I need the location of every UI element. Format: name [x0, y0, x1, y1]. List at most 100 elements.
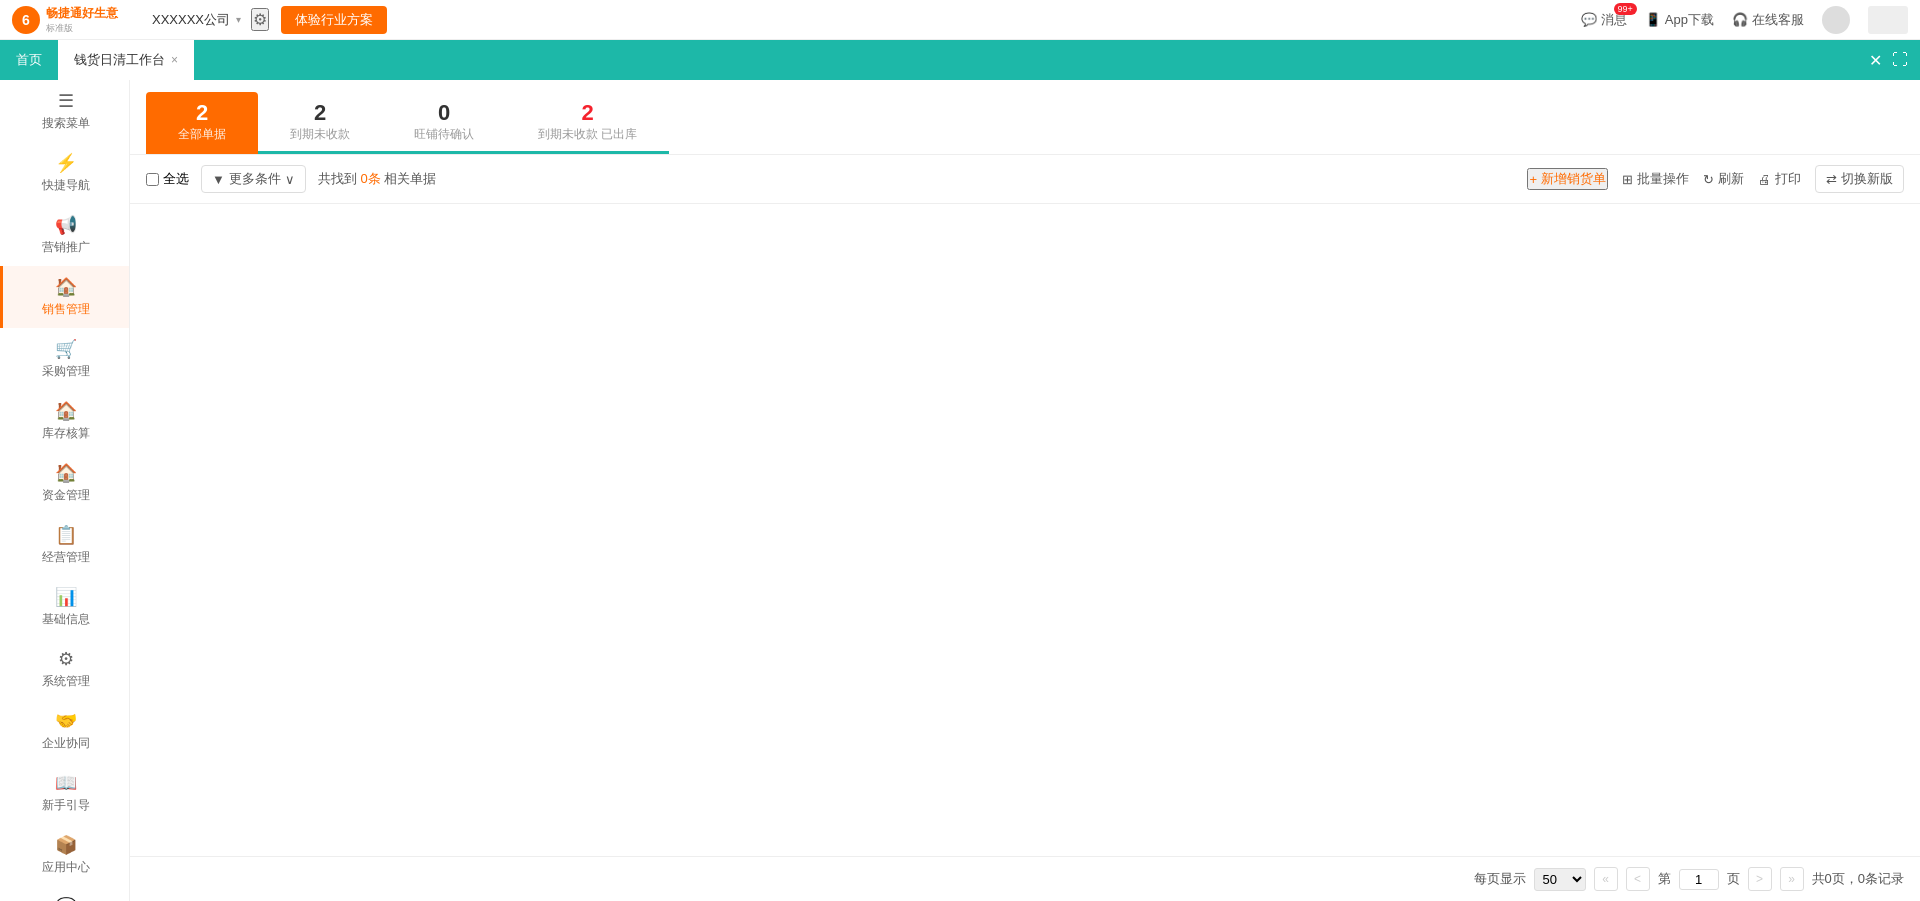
tab-cash-flow[interactable]: 钱货日清工作台 ×: [58, 40, 194, 80]
logo-area: 6 畅捷通好生意 标准版: [12, 5, 142, 35]
sidebar-item-sales[interactable]: 🏠 销售管理: [0, 266, 129, 328]
close-window-icon[interactable]: ✕: [1869, 51, 1882, 70]
wechat-icon: 💬: [55, 896, 77, 901]
batch-operation-button[interactable]: ⊞ 批量操作: [1622, 170, 1689, 188]
sidebar-label-system: 系统管理: [42, 673, 90, 690]
print-label: 打印: [1775, 170, 1801, 188]
print-button[interactable]: 🖨 打印: [1758, 170, 1801, 188]
tab-bar: 首页 钱货日清工作台 × ✕ ⛶: [0, 40, 1920, 80]
sidebar-item-basic-info[interactable]: 📊 基础信息: [0, 576, 129, 638]
inventory-icon: 🏠: [55, 400, 77, 422]
company-selector[interactable]: XXXXXX公司 ▾: [152, 11, 241, 29]
last-page-button[interactable]: »: [1780, 867, 1804, 891]
sidebar-item-system[interactable]: ⚙ 系统管理: [0, 638, 129, 700]
app-download-label: App下载: [1665, 11, 1714, 29]
company-name: XXXXXX公司: [152, 11, 230, 29]
sidebar-item-cooperation[interactable]: 🤝 企业协同: [0, 700, 129, 762]
tab-home[interactable]: 首页: [0, 40, 58, 80]
sidebar-item-wechat[interactable]: 💬 企业微信: [0, 886, 129, 901]
batch-icon: ⊞: [1622, 172, 1633, 187]
stat-tab-all[interactable]: 2 全部单据: [146, 92, 258, 154]
sidebar-label-purchase: 采购管理: [42, 363, 90, 380]
select-all-checkbox[interactable]: 全选: [146, 170, 189, 188]
stat-tab-pending[interactable]: 0 旺铺待确认: [382, 92, 506, 154]
first-page-icon: «: [1602, 872, 1609, 886]
new-sale-label: 新增销货单: [1541, 170, 1606, 188]
sidebar-label-search-menu: 搜索菜单: [42, 115, 90, 132]
sidebar-label-app-center: 应用中心: [42, 859, 90, 876]
prev-page-button[interactable]: <: [1626, 867, 1650, 891]
main-layout: ☰ 搜索菜单 ⚡ 快捷导航 📢 营销推广 🏠 销售管理 🛒 采购管理 🏠 库存核…: [0, 80, 1920, 901]
pagination: 每页显示 50 100 200 « < 第 页 > » 共0页，0条记录: [130, 856, 1920, 901]
marketing-icon: 📢: [55, 214, 77, 236]
refresh-icon: ↻: [1703, 172, 1714, 187]
sidebar-item-quick-nav[interactable]: ⚡ 快捷导航: [0, 142, 129, 204]
sidebar-item-finance[interactable]: 🏠 资金管理: [0, 452, 129, 514]
avatar[interactable]: [1822, 6, 1850, 34]
quick-nav-icon: ⚡: [55, 152, 77, 174]
app-icon: 📱: [1645, 12, 1661, 27]
user-menu[interactable]: [1868, 6, 1908, 34]
page-suffix: 页: [1727, 870, 1740, 888]
total-label: 共0页，0条记录: [1812, 870, 1904, 888]
search-menu-icon: ☰: [58, 90, 74, 112]
found-text: 共找到 0条 相关单据: [318, 170, 436, 188]
stat-number-all: 2: [196, 100, 208, 126]
filter-button[interactable]: ▼ 更多条件 ∨: [201, 165, 306, 193]
stats-tabs: 2 全部单据 2 到期未收款 0 旺铺待确认 2 到期未收款 已出库: [130, 80, 1920, 155]
sidebar-label-marketing: 营销推广: [42, 239, 90, 256]
stat-tab-overdue[interactable]: 2 到期未收款: [258, 92, 382, 154]
refresh-button[interactable]: ↻ 刷新: [1703, 170, 1744, 188]
sidebar-item-operations[interactable]: 📋 经营管理: [0, 514, 129, 576]
sidebar-item-search-menu[interactable]: ☰ 搜索菜单: [0, 80, 129, 142]
first-page-button[interactable]: «: [1594, 867, 1618, 891]
trial-button[interactable]: 体验行业方案: [281, 6, 387, 34]
filter-chevron-icon: ∨: [285, 172, 295, 187]
new-sale-button[interactable]: + 新增销货单: [1527, 168, 1608, 190]
sidebar-label-finance: 资金管理: [42, 487, 90, 504]
sidebar-item-purchase[interactable]: 🛒 采购管理: [0, 328, 129, 390]
select-all-input[interactable]: [146, 173, 159, 186]
sidebar: ☰ 搜索菜单 ⚡ 快捷导航 📢 营销推广 🏠 销售管理 🛒 采购管理 🏠 库存核…: [0, 80, 130, 901]
sidebar-label-sales: 销售管理: [42, 301, 90, 318]
page-size-select[interactable]: 50 100 200: [1534, 868, 1586, 891]
toolbar-right: + 新增销货单 ⊞ 批量操作 ↻ 刷新 🖨 打印 ⇄ 切换新版: [1527, 165, 1904, 193]
message-button[interactable]: 💬 消息 99+: [1581, 11, 1627, 29]
switch-version-button[interactable]: ⇄ 切换新版: [1815, 165, 1904, 193]
logo-icon: 6: [12, 6, 40, 34]
online-service-button[interactable]: 🎧 在线客服: [1732, 11, 1804, 29]
sidebar-item-guide[interactable]: 📖 新手引导: [0, 762, 129, 824]
purchase-icon: 🛒: [55, 338, 77, 360]
sidebar-label-operations: 经营管理: [42, 549, 90, 566]
app-download-button[interactable]: 📱 App下载: [1645, 11, 1714, 29]
maximize-icon[interactable]: ⛶: [1892, 51, 1908, 69]
settings-button[interactable]: ⚙: [251, 8, 269, 31]
filter-label: 更多条件: [229, 170, 281, 188]
found-prefix: 共找到: [318, 171, 357, 186]
sidebar-label-inventory: 库存核算: [42, 425, 90, 442]
select-all-label: 全选: [163, 170, 189, 188]
sidebar-label-guide: 新手引导: [42, 797, 90, 814]
chevron-down-icon: ▾: [236, 14, 241, 25]
switch-icon: ⇄: [1826, 172, 1837, 187]
next-page-icon: >: [1756, 872, 1763, 886]
headset-icon: 🎧: [1732, 12, 1748, 27]
next-page-button[interactable]: >: [1748, 867, 1772, 891]
sidebar-item-app-center[interactable]: 📦 应用中心: [0, 824, 129, 886]
sidebar-item-inventory[interactable]: 🏠 库存核算: [0, 390, 129, 452]
filter-icon: ▼: [212, 172, 225, 187]
app-center-icon: 📦: [55, 834, 77, 856]
sidebar-label-quick-nav: 快捷导航: [42, 177, 90, 194]
content-area: 2 全部单据 2 到期未收款 0 旺铺待确认 2 到期未收款 已出库 全选: [130, 80, 1920, 901]
stat-tab-shipped[interactable]: 2 到期未收款 已出库: [506, 92, 669, 154]
page-input[interactable]: [1679, 869, 1719, 890]
table-area: [130, 204, 1920, 856]
top-header: 6 畅捷通好生意 标准版 XXXXXX公司 ▾ ⚙ 体验行业方案 💬 消息 99…: [0, 0, 1920, 40]
sidebar-item-marketing[interactable]: 📢 营销推广: [0, 204, 129, 266]
system-icon: ⚙: [58, 648, 74, 670]
message-icon: 💬: [1581, 12, 1597, 27]
stat-label-pending: 旺铺待确认: [414, 126, 474, 143]
message-badge: 99+: [1614, 3, 1637, 15]
tab-close-icon[interactable]: ×: [171, 53, 178, 67]
refresh-label: 刷新: [1718, 170, 1744, 188]
